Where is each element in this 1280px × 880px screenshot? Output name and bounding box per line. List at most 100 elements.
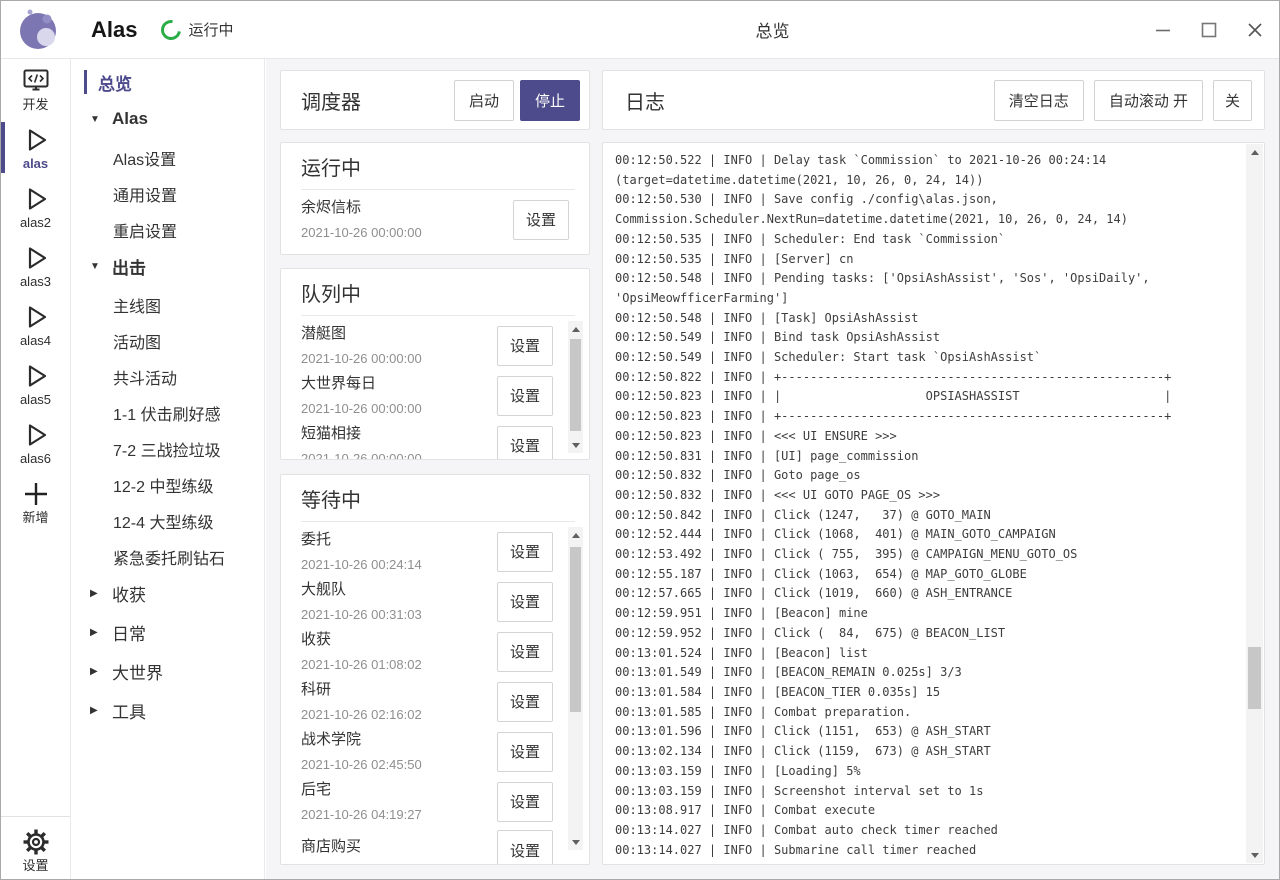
instance-item[interactable]: alas4 — [1, 297, 70, 352]
task-setting-button[interactable]: 设置 — [497, 732, 553, 772]
log-header: 日志 清空日志 自动滚动 开 关 — [602, 70, 1265, 130]
settings-button[interactable]: 设置 — [1, 816, 70, 873]
menu-item-label: 工具 — [112, 698, 146, 723]
log-column: 日志 清空日志 自动滚动 开 关 00:12:50.522 | INFO | D… — [602, 70, 1265, 865]
status-label: 运行中 — [188, 19, 233, 40]
minimize-button[interactable] — [1153, 20, 1173, 40]
group-arrow-icon: ▶ — [90, 705, 103, 716]
menu-item-label: Alas设置 — [113, 146, 176, 170]
task-row: 大世界每日 2021-10-26 00:00:00 设置 — [301, 374, 553, 417]
scrollbar-thumb[interactable] — [570, 339, 581, 431]
menu-item[interactable]: 紧急委托刷钻石 — [72, 545, 264, 569]
menu-item-label: 收获 — [112, 581, 146, 606]
autoscroll-off-button[interactable]: 关 — [1213, 80, 1252, 121]
log-line: 00:12:59.951 | INFO | [Beacon] mine — [615, 604, 1236, 624]
pending-card: 队列中 潜艇图 2021-10-26 00:00:00 设置 — [280, 268, 590, 460]
log-line: 00:12:50.530 | INFO | Save config ./conf… — [615, 190, 1236, 229]
task-info: 后宅 2021-10-26 04:19:27 — [301, 780, 497, 823]
log-line: 00:13:14.027 | INFO | Combat auto check … — [615, 821, 1236, 841]
instance-item[interactable]: alas3 — [1, 238, 70, 293]
maximize-button[interactable] — [1199, 20, 1219, 40]
task-setting-button[interactable]: 设置 — [497, 582, 553, 622]
running-spinner-icon — [158, 16, 186, 44]
clear-log-button[interactable]: 清空日志 — [994, 80, 1084, 121]
close-button[interactable] — [1245, 20, 1265, 40]
menu-item[interactable]: ▼ Alas — [72, 107, 264, 131]
pending-title: 队列中 — [281, 281, 589, 309]
app-name: Alas — [91, 17, 137, 43]
scroll-down-icon[interactable] — [568, 834, 583, 850]
task-setting-button[interactable]: 设置 — [497, 326, 553, 366]
instance-label: alas6 — [20, 451, 51, 466]
menu-item[interactable]: ▶ 日常 — [72, 620, 264, 644]
task-setting-button[interactable]: 设置 — [497, 830, 553, 865]
task-name: 后宅 — [301, 780, 497, 800]
menu-item[interactable]: 活动图 — [72, 329, 264, 353]
menu-item[interactable]: ▶ 收获 — [72, 581, 264, 605]
menu-item[interactable]: 通用设置 — [72, 182, 264, 206]
menu-item[interactable]: 7-2 三战捡垃圾 — [72, 437, 264, 461]
task-setting-button[interactable]: 设置 — [497, 426, 553, 461]
menu-item[interactable]: ▼ 出击 — [72, 254, 264, 278]
scroll-down-icon[interactable] — [568, 437, 583, 453]
log-line: 00:12:53.492 | INFO | Click ( 755, 395) … — [615, 545, 1236, 565]
instance-item[interactable]: alas2 — [1, 179, 70, 234]
instance-label: 新增 — [22, 510, 48, 525]
task-setting-button[interactable]: 设置 — [513, 200, 569, 240]
task-setting-button[interactable]: 设置 — [497, 682, 553, 722]
menu-sidebar: 总览 ▼ Alas Alas设置 通用设置 重启设置 ▼ — [72, 59, 265, 879]
instance-item[interactable]: 开发 — [1, 61, 70, 116]
scrollbar-thumb[interactable] — [1248, 647, 1261, 709]
start-button[interactable]: 启动 — [454, 80, 514, 121]
menu-item[interactable]: ▶ 工具 — [72, 698, 264, 722]
menu-item-label: 活动图 — [113, 329, 161, 353]
menu-item[interactable]: 总览 — [84, 70, 264, 94]
menu-item-label: 7-2 三战捡垃圾 — [113, 437, 221, 461]
stop-button[interactable]: 停止 — [520, 80, 580, 121]
log-line: 00:13:01.584 | INFO | [BEACON_TIER 0.035… — [615, 683, 1236, 703]
group-arrow-icon: ▶ — [90, 627, 103, 638]
scroll-down-icon[interactable] — [1246, 847, 1263, 863]
autoscroll-on-button[interactable]: 自动滚动 开 — [1094, 80, 1203, 121]
instance-item[interactable]: alas — [1, 120, 70, 175]
menu-item-label: 总览 — [98, 70, 132, 95]
instance-item[interactable]: alas6 — [1, 415, 70, 470]
instance-item[interactable]: alas5 — [1, 356, 70, 411]
menu-item[interactable]: 12-4 大型练级 — [72, 509, 264, 533]
menu-item[interactable]: 1-1 伏击刷好感 — [72, 401, 264, 425]
menu-item[interactable]: 12-2 中型练级 — [72, 473, 264, 497]
pending-scrollbar[interactable] — [568, 321, 583, 453]
menu-item-label: 1-1 伏击刷好感 — [113, 401, 221, 425]
instance-item[interactable]: 新增 — [1, 474, 70, 529]
scroll-up-icon[interactable] — [568, 527, 583, 543]
task-setting-button[interactable]: 设置 — [497, 532, 553, 572]
instance-label: alas5 — [20, 392, 51, 407]
log-line: 00:12:50.548 | INFO | Pending tasks: ['O… — [615, 269, 1236, 308]
menu-item-label: Alas — [112, 109, 148, 129]
instance-sidebar: 开发 alas alas2 alas3 alas4 — [1, 59, 71, 879]
menu-item[interactable]: 重启设置 — [72, 218, 264, 242]
titlebar: Alas 运行中 总览 — [1, 1, 1279, 59]
menu-item[interactable]: ▶ 大世界 — [72, 659, 264, 683]
menu-item[interactable]: 主线图 — [72, 293, 264, 317]
maximize-icon — [1199, 20, 1219, 40]
task-setting-button[interactable]: 设置 — [497, 782, 553, 822]
scroll-up-icon[interactable] — [1246, 144, 1263, 160]
task-row: 大舰队 2021-10-26 00:31:03 设置 — [301, 580, 553, 623]
log-line: 00:12:50.823 | INFO | +-----------------… — [615, 407, 1236, 427]
menu-item[interactable]: Alas设置 — [72, 146, 264, 170]
scheduler-column: 调度器 启动 停止 运行中 余烬信标 2021-10-26 00:00:00 设… — [280, 70, 590, 865]
log-scrollbar[interactable] — [1246, 144, 1263, 863]
menu-item[interactable]: 共斗活动 — [72, 365, 264, 389]
task-time: 2021-10-26 00:00:00 — [301, 350, 497, 367]
alas-logo-icon — [17, 8, 61, 52]
instance-label: alas — [23, 156, 48, 171]
task-time: 2021-10-26 00:24:14 — [301, 556, 497, 573]
task-info: 余烬信标 2021-10-26 00:00:00 — [301, 198, 513, 241]
running-task-list: 余烬信标 2021-10-26 00:00:00 设置 — [281, 190, 589, 241]
task-setting-button[interactable]: 设置 — [497, 376, 553, 416]
scroll-up-icon[interactable] — [568, 321, 583, 337]
scrollbar-thumb[interactable] — [570, 547, 581, 712]
waiting-scrollbar[interactable] — [568, 527, 583, 850]
task-setting-button[interactable]: 设置 — [497, 632, 553, 672]
